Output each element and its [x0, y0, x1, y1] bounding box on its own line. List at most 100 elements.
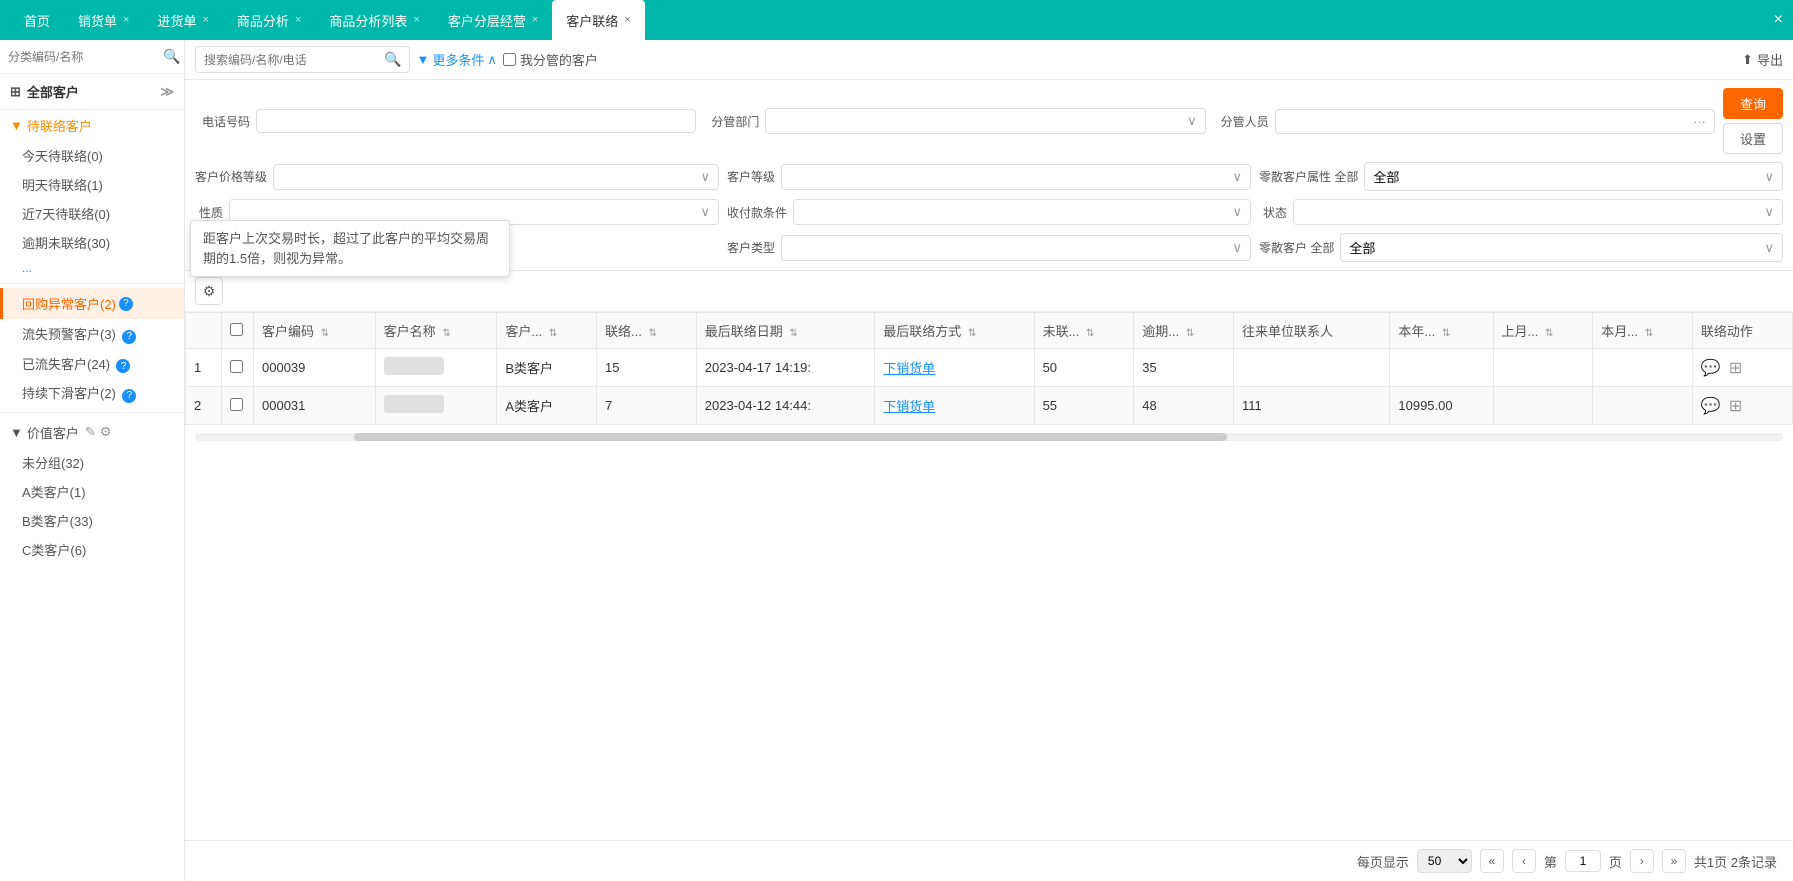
customer-grade-select[interactable]: ∨ [781, 164, 1251, 190]
caret-icon4: ∨ [1232, 169, 1242, 185]
sort-icon5[interactable]: ⇅ [789, 328, 797, 339]
my-customers-checkbox[interactable] [503, 53, 516, 66]
edit2-icon[interactable]: ⚙ [100, 424, 112, 440]
nav-item-home[interactable]: 首页 [10, 0, 64, 40]
sort-icon6[interactable]: ⇅ [968, 328, 976, 339]
filter-payment: 收付款条件 ∨ [727, 199, 1251, 225]
more-conditions-button[interactable]: ▼ 更多条件 ∧ [416, 50, 496, 69]
sidebar-pending-section[interactable]: ▼ 待联络客户 [0, 110, 184, 141]
scatter-customer-select[interactable]: 全部∨ [1340, 233, 1783, 262]
chat-icon2[interactable]: 💬 [1701, 396, 1721, 416]
filter-customer-grade: 客户等级 ∨ [727, 164, 1251, 190]
close-icon[interactable]: × [413, 14, 419, 26]
sort-icon7[interactable]: ⇅ [1086, 328, 1094, 339]
divider2 [0, 412, 184, 413]
payment-label: 收付款条件 [727, 204, 787, 221]
price-grade-select[interactable]: ∨ [273, 164, 719, 190]
close-all-button[interactable]: × [1774, 11, 1783, 29]
phone-input[interactable] [256, 109, 696, 133]
export-button[interactable]: ⬆ 导出 [1742, 50, 1783, 69]
info-icon[interactable]: ? [119, 297, 133, 311]
page-number-input[interactable] [1565, 850, 1601, 872]
settings-button[interactable]: 设置 [1723, 123, 1783, 154]
cell-name [375, 387, 497, 425]
close-icon[interactable]: × [123, 14, 129, 26]
sidebar-search-input[interactable] [8, 50, 163, 64]
nav-item-customer-contact[interactable]: 客户联络 × [552, 0, 644, 40]
sort-icon10[interactable]: ⇅ [1545, 328, 1553, 339]
filter-phone: 电话号码 [195, 109, 696, 133]
last-method-link[interactable]: 下销货单 [883, 361, 935, 376]
top-nav: 首页 销货单 × 进货单 × 商品分析 × 商品分析列表 × 客户分层经营 × … [0, 0, 1793, 40]
sort-icon8[interactable]: ⇅ [1186, 328, 1194, 339]
sidebar-item-ungroup[interactable]: 未分组(32) [0, 448, 184, 477]
query-button[interactable]: 查询 [1723, 88, 1783, 119]
dept-select[interactable]: ∨ [765, 108, 1205, 134]
collapse-icon[interactable]: ≫ [160, 84, 174, 100]
manager-select[interactable]: ··· [1275, 109, 1715, 134]
sidebar-valuable-section[interactable]: ▼ 价值客户 ✎ ⚙ [0, 417, 184, 448]
sort-icon3[interactable]: ⇅ [549, 328, 557, 339]
sort-icon4[interactable]: ⇅ [649, 328, 657, 339]
row-checkbox[interactable] [230, 398, 243, 411]
nav-item-product-analysis-list[interactable]: 商品分析列表 × [315, 0, 433, 40]
sort-icon11[interactable]: ⇅ [1645, 328, 1653, 339]
close-icon[interactable]: × [624, 14, 630, 26]
sidebar-item-declining[interactable]: 持续下滑客户(2) ? [0, 378, 184, 408]
first-page-button[interactable]: « [1480, 849, 1504, 873]
caret-icon3: ∨ [700, 169, 710, 185]
cell-last-date: 2023-04-12 14:44: [696, 387, 874, 425]
sort-icon[interactable]: ⇅ [321, 328, 329, 339]
col-last-month: 上月... ⇅ [1493, 313, 1593, 349]
cell-last-method: 下销货单 [875, 349, 1034, 387]
status-select[interactable]: ∨ [1293, 199, 1783, 225]
sort-icon2[interactable]: ⇅ [442, 328, 450, 339]
nav-item-customer-tier[interactable]: 客户分层经营 × [434, 0, 552, 40]
row-checkbox[interactable] [230, 360, 243, 373]
filter-dept: 分管部门 ∨ [704, 108, 1205, 134]
customer-type-select[interactable]: ∨ [781, 235, 1251, 261]
chat-icon[interactable]: 💬 [1701, 358, 1721, 378]
main-search-input[interactable] [204, 53, 384, 67]
edit-icon[interactable]: ✎ [85, 424, 96, 440]
prev-page-button[interactable]: ‹ [1512, 849, 1536, 873]
qr-icon2[interactable]: ⊞ [1729, 396, 1742, 416]
page-size-select[interactable]: 50 100 [1417, 849, 1472, 873]
payment-select[interactable]: ∨ [793, 199, 1251, 225]
close-icon[interactable]: × [295, 14, 301, 26]
h-scrollbar[interactable] [195, 433, 1783, 441]
sidebar-item-today[interactable]: 今天待联络(0) [0, 141, 184, 170]
close-icon[interactable]: × [202, 14, 208, 26]
qr-icon[interactable]: ⊞ [1729, 358, 1742, 378]
my-customers-checkbox-label[interactable]: 我分管的客户 [503, 50, 598, 69]
scatter-attr-select[interactable]: 全部∨ [1364, 162, 1783, 191]
info-icon[interactable]: ? [122, 389, 136, 403]
search-icon[interactable]: 🔍 [384, 51, 401, 68]
next-page-button[interactable]: › [1630, 849, 1654, 873]
info-icon[interactable]: ? [116, 359, 130, 373]
search-icon[interactable]: 🔍 [163, 48, 180, 65]
caret-icon9: ∨ [1232, 240, 1242, 256]
info-icon[interactable]: ? [122, 330, 136, 344]
col-code: 客户编码 ⇅ [254, 313, 376, 349]
select-all-checkbox[interactable] [230, 323, 243, 336]
sidebar-item-a-class[interactable]: A类客户(1) [0, 477, 184, 506]
sidebar-item-anomaly[interactable]: 回购异常客户(2) ? [3, 288, 184, 319]
nav-item-sales[interactable]: 销货单 × [64, 0, 143, 40]
sidebar-item-b-class[interactable]: B类客户(33) [0, 506, 184, 535]
sidebar-item-churned[interactable]: 已流失客户(24) ? [0, 349, 184, 379]
sidebar-item-overdue[interactable]: 逾期未联络(30) [0, 228, 184, 257]
nav-item-purchase[interactable]: 进货单 × [143, 0, 222, 40]
nav-item-product-analysis[interactable]: 商品分析 × [223, 0, 315, 40]
sidebar-item-c-class[interactable]: C类客户(6) [0, 535, 184, 564]
column-settings-button[interactable]: ⚙ [195, 277, 223, 305]
manager-label: 分管人员 [1214, 113, 1269, 130]
sidebar-item-tomorrow[interactable]: 明天待联络(1) [0, 170, 184, 199]
sidebar-item-churn-warning[interactable]: 流失预警客户(3) ? [0, 319, 184, 349]
more-btn[interactable]: ... [0, 257, 184, 279]
last-page-button[interactable]: » [1662, 849, 1686, 873]
sidebar-item-7days[interactable]: 近7天待联络(0) [0, 199, 184, 228]
last-method-link2[interactable]: 下销货单 [883, 399, 935, 414]
sort-icon9[interactable]: ⇅ [1442, 328, 1450, 339]
close-icon[interactable]: × [532, 14, 538, 26]
